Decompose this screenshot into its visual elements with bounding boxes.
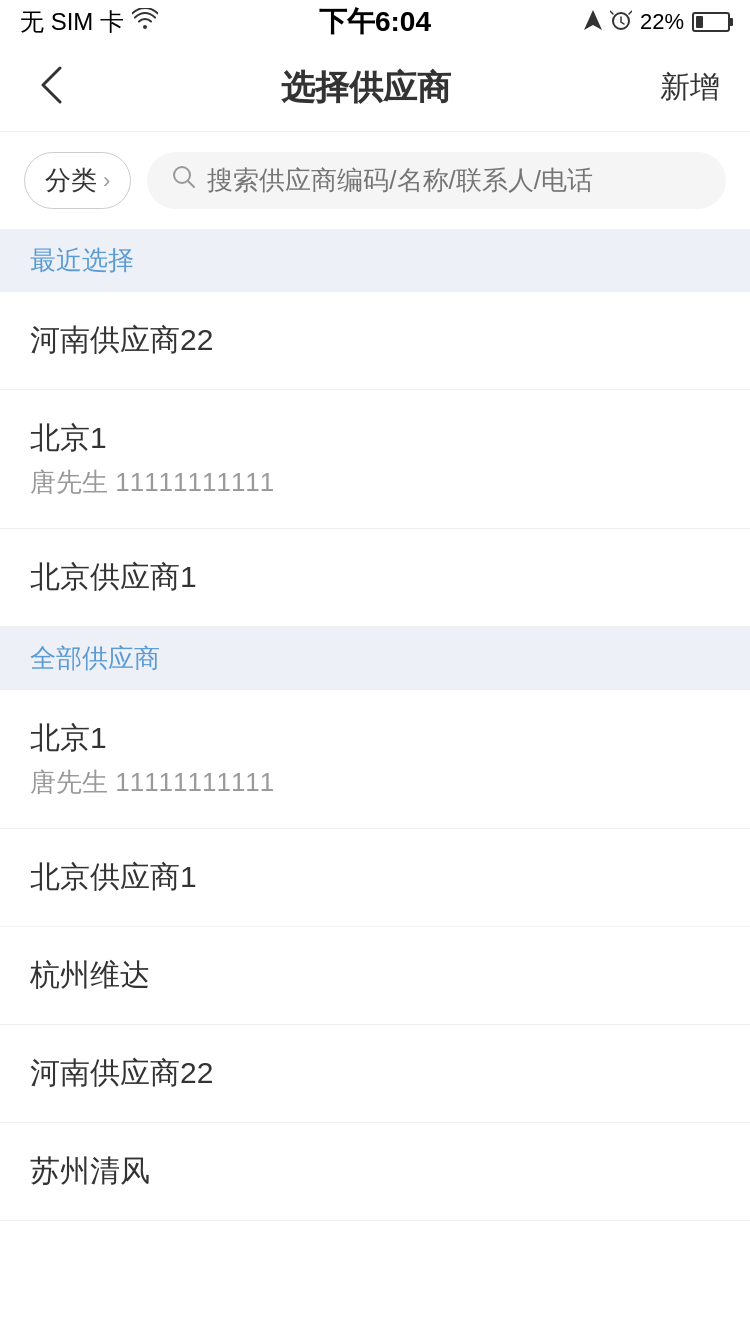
recent-list-item[interactable]: 北京1 唐先生 11111111111 [0,390,750,529]
all-items-list: 北京1 唐先生 11111111111 北京供应商1 杭州维达河南供应商22 苏州清风 [0,690,750,1221]
all-list-item[interactable]: 杭州维达 [0,927,750,1025]
item-name: 苏州清风 [30,1151,720,1192]
page-title: 选择供应商 [281,65,451,111]
item-name: 河南供应商22 [30,1053,720,1094]
item-name: 北京1 [30,418,720,459]
all-list-item[interactable]: 北京1 唐先生 11111111111 [0,690,750,829]
wifi-icon [132,8,158,36]
add-button[interactable]: 新增 [660,67,720,108]
item-sub: 唐先生 11111111111 [30,465,720,500]
all-list-item[interactable]: 北京供应商1 [0,829,750,927]
category-button[interactable]: 分类 › [24,152,131,209]
item-name: 杭州维达 [30,955,720,996]
status-right: 22% [584,9,730,36]
filter-bar: 分类 › [0,132,750,229]
status-bar: 无 SIM 卡 下午6:04 22% [0,0,750,44]
item-name: 北京1 [30,718,720,759]
chevron-icon: › [103,168,110,194]
recent-items-list: 河南供应商22 北京1 唐先生 11111111111 北京供应商1 [0,292,750,627]
carrier-text: 无 SIM 卡 [20,6,124,38]
item-sub: 唐先生 11111111111 [30,765,720,800]
all-list-item[interactable]: 河南供应商22 [0,1025,750,1123]
all-section-header: 全部供应商 [0,627,750,690]
location-icon [584,10,602,35]
recent-section-header: 最近选择 [0,229,750,292]
all-section-label: 全部供应商 [30,643,160,673]
search-wrap [147,152,726,209]
search-icon [171,164,197,197]
all-list-item[interactable]: 苏州清风 [0,1123,750,1221]
recent-list-item[interactable]: 河南供应商22 [0,292,750,390]
status-time: 下午6:04 [319,3,431,41]
item-name: 北京供应商1 [30,557,720,598]
recent-section-label: 最近选择 [30,245,134,275]
category-label: 分类 [45,163,97,198]
battery-icon [692,12,730,32]
search-input[interactable] [207,165,702,196]
alarm-icon [610,9,632,36]
status-left: 无 SIM 卡 [20,6,158,38]
recent-list-item[interactable]: 北京供应商1 [0,529,750,627]
item-name: 河南供应商22 [30,320,720,361]
nav-bar: 选择供应商 新增 [0,44,750,132]
item-name: 北京供应商1 [30,857,720,898]
battery-percent: 22% [640,9,684,35]
back-button[interactable] [30,56,72,120]
